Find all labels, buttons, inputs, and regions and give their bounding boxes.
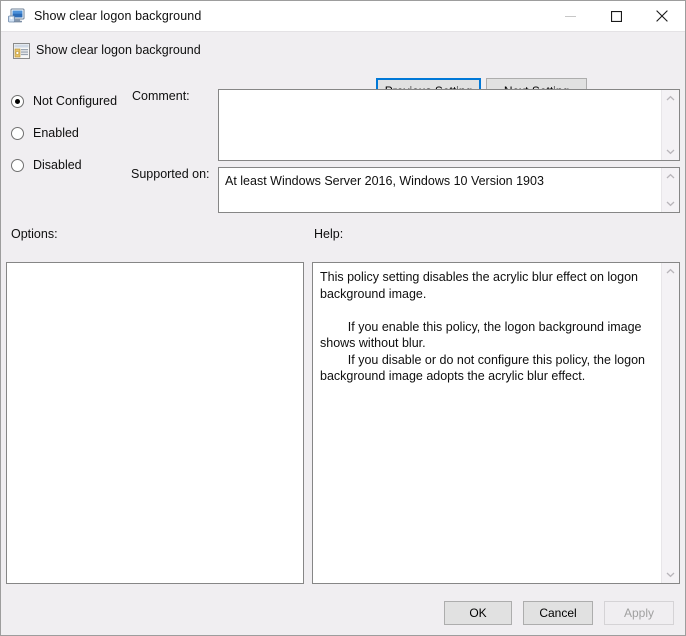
title-bar: Show clear logon background	[1, 1, 685, 31]
window-title: Show clear logon background	[34, 9, 202, 23]
radio-indicator	[11, 94, 24, 108]
comment-value[interactable]	[219, 90, 661, 160]
radio-not-configured[interactable]: Not Configured	[11, 89, 117, 113]
cancel-button[interactable]: Cancel	[523, 601, 593, 625]
supported-on-scrollbar[interactable]	[661, 168, 679, 212]
radio-label: Disabled	[33, 158, 82, 172]
scroll-up-icon[interactable]	[662, 263, 679, 280]
maximize-icon	[610, 10, 622, 22]
options-label: Options:	[11, 227, 58, 241]
policy-header: Show clear logon background Previous Set…	[1, 32, 685, 103]
policy-setting-icon	[13, 43, 30, 59]
policy-title: Show clear logon background	[36, 43, 201, 57]
ok-button[interactable]: OK	[444, 601, 512, 625]
maximize-button[interactable]	[593, 1, 639, 31]
apply-button: Apply	[604, 601, 674, 625]
scroll-up-icon[interactable]	[662, 90, 679, 107]
scroll-down-icon[interactable]	[662, 566, 679, 583]
supported-on-textarea[interactable]: At least Windows Server 2016, Windows 10…	[218, 167, 680, 213]
close-button[interactable]	[639, 1, 685, 31]
help-scrollbar[interactable]	[661, 263, 679, 583]
help-label: Help:	[314, 227, 344, 241]
minimize-icon	[564, 15, 576, 17]
policy-state-radio-group: Not Configured Enabled Disabled	[11, 89, 117, 185]
radio-label: Not Configured	[33, 94, 118, 108]
scroll-up-icon[interactable]	[662, 168, 679, 185]
comment-scrollbar[interactable]	[661, 90, 679, 160]
scroll-down-icon[interactable]	[662, 143, 679, 160]
scroll-down-icon[interactable]	[662, 195, 679, 212]
radio-label: Enabled	[33, 126, 79, 140]
help-content: This policy setting disables the acrylic…	[320, 270, 645, 383]
radio-enabled[interactable]: Enabled	[11, 121, 117, 145]
options-panel[interactable]	[6, 262, 304, 584]
radio-indicator	[11, 158, 24, 172]
comment-label: Comment:	[132, 89, 190, 103]
monitor-icon	[8, 8, 26, 24]
supported-on-label: Supported on:	[131, 167, 210, 181]
radio-disabled[interactable]: Disabled	[11, 153, 117, 177]
radio-indicator	[11, 126, 24, 140]
close-icon	[656, 10, 668, 22]
comment-textarea[interactable]	[218, 89, 680, 161]
supported-on-value: At least Windows Server 2016, Windows 10…	[225, 174, 544, 188]
policy-setting-dialog: Show clear logon background Show clear l…	[0, 0, 686, 636]
minimize-button[interactable]	[547, 1, 593, 31]
help-panel: This policy setting disables the acrylic…	[312, 262, 680, 584]
window-controls	[547, 1, 685, 31]
options-content	[7, 263, 303, 583]
